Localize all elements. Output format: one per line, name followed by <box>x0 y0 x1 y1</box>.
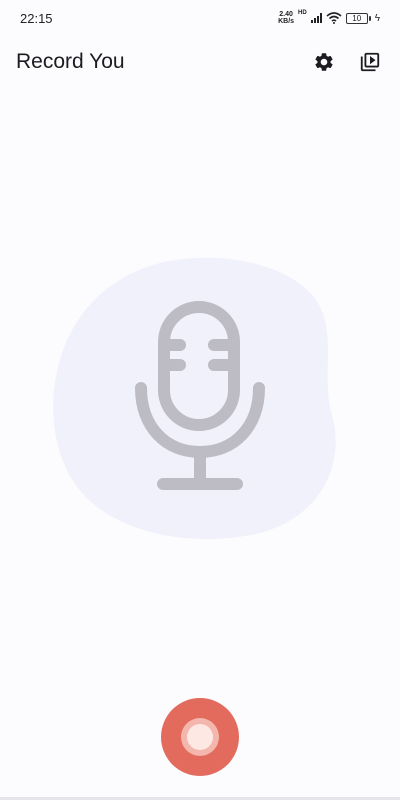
gear-icon <box>315 53 333 71</box>
battery-level: 10 <box>345 12 368 24</box>
playlist-play-icon <box>360 52 380 72</box>
wifi-icon <box>326 12 342 24</box>
network-speed: 2.40 KB/s <box>278 11 294 25</box>
record-button[interactable] <box>161 698 239 776</box>
app-bar: Record You <box>0 40 400 84</box>
empty-state-illustration <box>50 255 345 540</box>
status-time: 22:15 <box>20 10 53 26</box>
settings-button[interactable] <box>308 46 340 78</box>
blob-background <box>53 257 336 540</box>
status-icons: 2.40 KB/s HD 10 ϟ <box>278 10 380 25</box>
status-bar: 22:15 2.40 KB/s HD 10 ϟ <box>0 0 400 36</box>
signal-icon <box>310 13 322 23</box>
hd-badge: HD <box>298 10 307 16</box>
battery-icon: 10 <box>345 12 371 24</box>
bolt-icon: ϟ <box>374 12 380 24</box>
app-bar-actions <box>308 46 386 78</box>
page-title: Record You <box>16 50 125 73</box>
recordings-button[interactable] <box>354 46 386 78</box>
network-speed-value: 2.40 <box>279 11 293 18</box>
record-icon <box>181 718 219 756</box>
network-speed-unit: KB/s <box>278 18 295 25</box>
